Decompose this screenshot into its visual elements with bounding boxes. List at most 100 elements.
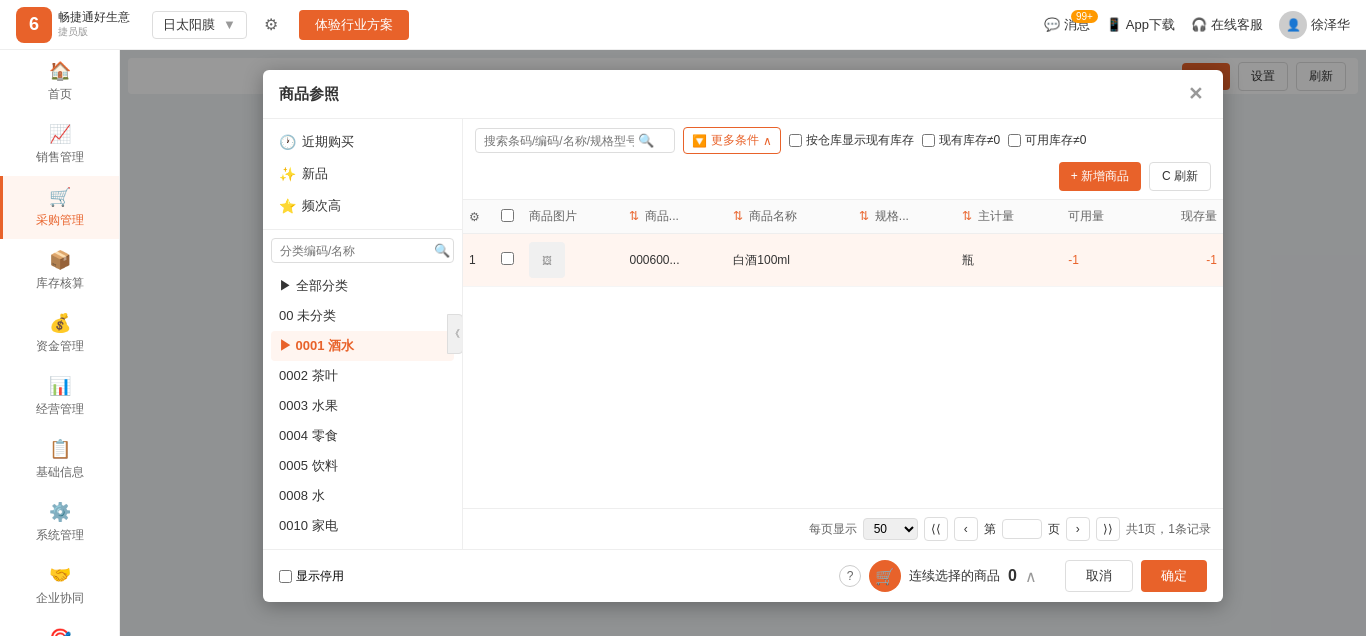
category-search-icon[interactable]: 🔍 xyxy=(434,243,450,258)
sidebar-item-finance[interactable]: 💰 资金管理 xyxy=(0,302,119,365)
col-settings[interactable]: ⚙ xyxy=(463,200,495,234)
product-search-input[interactable] xyxy=(484,134,634,148)
sort-name-icon: ⇅ xyxy=(733,209,743,223)
page-first-btn[interactable]: ⟨⟨ xyxy=(924,517,948,541)
sort-code-icon: ⇅ xyxy=(629,209,639,223)
modal-close-icon[interactable]: ✕ xyxy=(1183,82,1207,106)
logo-text: 畅捷通好生意 xyxy=(58,10,130,26)
sidebar-item-operations[interactable]: 📊 经营管理 xyxy=(0,365,119,428)
category-0004[interactable]: 0004 零食 xyxy=(271,421,454,451)
modal-left-panel: 🕐 近期购买 ✨ 新品 ⭐ 频次高 《 xyxy=(263,119,463,549)
checkbox-usable-label[interactable]: 可用库存≠0 xyxy=(1008,132,1086,149)
sidebar-item-sales[interactable]: 📈 销售管理 xyxy=(0,113,119,176)
tab-new-products[interactable]: ✨ 新品 xyxy=(271,159,454,189)
enterprise-icon: 🤝 xyxy=(49,564,71,586)
tab-recent-purchase[interactable]: 🕐 近期购买 xyxy=(271,127,454,157)
table-row[interactable]: 1 🖼 xyxy=(463,234,1223,287)
modal-overlay: 商品参照 ✕ 🕐 近期购买 ✨ 新 xyxy=(120,50,1366,636)
filter-button[interactable]: 🔽 更多条件 ∧ xyxy=(683,127,781,154)
cancel-button[interactable]: 取消 xyxy=(1065,560,1133,592)
row-checkbox-cell xyxy=(495,234,523,287)
recent-icon: 🕐 xyxy=(279,134,296,150)
category-0002[interactable]: 0002 茶叶 xyxy=(271,361,454,391)
sort-spec-icon: ⇅ xyxy=(859,209,869,223)
page-number-input[interactable]: 1 xyxy=(1002,519,1042,539)
row-checkbox[interactable] xyxy=(501,252,514,265)
logo-area: 6 畅捷通好生意 捷员版 xyxy=(16,7,136,43)
help-icon[interactable]: ? xyxy=(839,565,861,587)
col-unit[interactable]: ⇅ 主计量 xyxy=(956,200,1062,234)
cart-icon[interactable]: 🛒 xyxy=(869,560,901,592)
sidebar-item-home[interactable]: 🏠 首页 xyxy=(0,50,119,113)
category-search-input[interactable] xyxy=(280,244,430,258)
footer-cart-area: ? 🛒 连续选择的商品 0 ∧ xyxy=(839,560,1037,592)
nav-right: 💬 消息 99+ 📱 App下载 🎧 在线客服 👤 徐泽华 xyxy=(1044,11,1350,39)
checkbox-warehouse[interactable] xyxy=(789,134,802,147)
checkbox-avail[interactable] xyxy=(922,134,935,147)
show-disabled-checkbox[interactable] xyxy=(279,570,292,583)
product-search-icon[interactable]: 🔍 xyxy=(638,133,654,148)
sidebar-item-system[interactable]: ⚙️ 系统管理 xyxy=(0,491,119,554)
dropdown-arrow-icon: ▼ xyxy=(223,17,236,32)
category-0005[interactable]: 0005 饮料 xyxy=(271,451,454,481)
show-disabled-label[interactable]: 显示停用 xyxy=(279,568,344,585)
col-code[interactable]: ⇅ 商品... xyxy=(623,200,727,234)
star-icon: ⭐ xyxy=(279,198,296,214)
page-last-btn[interactable]: ⟩⟩ xyxy=(1096,517,1120,541)
checkbox-avail-label[interactable]: 现有库存≠0 xyxy=(922,132,1000,149)
modal-left-tabs: 🕐 近期购买 ✨ 新品 ⭐ 频次高 xyxy=(263,119,462,230)
add-product-button[interactable]: + 新增商品 xyxy=(1059,162,1141,191)
operations-icon: 📊 xyxy=(49,375,71,397)
page-label: 第 xyxy=(984,521,996,538)
checkbox-warehouse-label[interactable]: 按仓库显示现有库存 xyxy=(789,132,914,149)
col-name[interactable]: ⇅ 商品名称 xyxy=(727,200,853,234)
page-size-select[interactable]: 50 10 20 100 xyxy=(863,518,918,540)
category-0010[interactable]: 0010 家电 xyxy=(271,511,454,541)
cart-label: 连续选择的商品 xyxy=(909,567,1000,585)
settings-icon[interactable]: ⚙ xyxy=(255,9,287,41)
category-all[interactable]: ▶ 全部分类 xyxy=(271,271,454,301)
inventory-icon: 📦 xyxy=(49,249,71,271)
product-thumbnail: 🖼 xyxy=(529,242,565,278)
page-size-label: 每页显示 xyxy=(809,521,857,538)
page-prev-btn[interactable]: ‹ xyxy=(954,517,978,541)
mobile-icon: 📱 xyxy=(1106,17,1122,32)
category-0001[interactable]: ▶ 0001 酒水 xyxy=(271,331,454,361)
tab-high-frequency[interactable]: ⭐ 频次高 xyxy=(271,191,454,221)
sidebar-item-guide[interactable]: 🎯 新手引导 xyxy=(0,617,119,636)
table-settings-icon[interactable]: ⚙ xyxy=(469,210,480,224)
page-label2: 页 xyxy=(1048,521,1060,538)
modal-right-panel: 🔍 🔽 更多条件 ∧ 按仓库显示现有库存 xyxy=(463,119,1223,549)
sidebar-item-enterprise[interactable]: 🤝 企业协同 xyxy=(0,554,119,617)
toolbar-right: + 新增商品 C 刷新 xyxy=(1059,162,1211,191)
collapse-cart-icon[interactable]: ∧ xyxy=(1025,567,1037,586)
modal-left-category: 🔍 ▶ 全部分类 00 未分类 ▶ 0001 酒水 xyxy=(263,230,462,549)
message-item[interactable]: 💬 消息 99+ xyxy=(1044,16,1090,34)
message-badge: 99+ xyxy=(1071,10,1098,23)
online-service-item[interactable]: 🎧 在线客服 xyxy=(1191,16,1263,34)
refresh-product-button[interactable]: C 刷新 xyxy=(1149,162,1211,191)
row-image-cell: 🖼 xyxy=(523,234,623,287)
nav-dropdown[interactable]: 日太阳膜 ▼ xyxy=(152,11,247,39)
select-all-checkbox[interactable] xyxy=(501,209,514,222)
sidebar-item-purchase[interactable]: 🛒 采购管理 xyxy=(0,176,119,239)
trial-btn[interactable]: 体验行业方案 xyxy=(299,10,409,40)
app-download-item[interactable]: 📱 App下载 xyxy=(1106,16,1175,34)
product-table-container: ⚙ 商品图片 xyxy=(463,200,1223,508)
col-spec[interactable]: ⇅ 规格... xyxy=(853,200,956,234)
confirm-button[interactable]: 确定 xyxy=(1141,560,1207,592)
modal-toolbar: 🔍 🔽 更多条件 ∧ 按仓库显示现有库存 xyxy=(463,119,1223,200)
collapse-left-btn[interactable]: 《 xyxy=(447,314,463,354)
category-0003[interactable]: 0003 水果 xyxy=(271,391,454,421)
user-item[interactable]: 👤 徐泽华 xyxy=(1279,11,1350,39)
category-0008[interactable]: 0008 水 xyxy=(271,481,454,511)
checkbox-usable[interactable] xyxy=(1008,134,1021,147)
sidebar-item-basic-info[interactable]: 📋 基础信息 xyxy=(0,428,119,491)
page-next-btn[interactable]: › xyxy=(1066,517,1090,541)
category-00[interactable]: 00 未分类 xyxy=(271,301,454,331)
filter-collapse-icon: ∧ xyxy=(763,134,772,148)
col-stock: 现存量 xyxy=(1143,200,1223,234)
main-content: 查询 设置 刷新 商品参照 ✕ 🕐 xyxy=(120,50,1366,636)
finance-icon: 💰 xyxy=(49,312,71,334)
sidebar-item-inventory[interactable]: 📦 库存核算 xyxy=(0,239,119,302)
